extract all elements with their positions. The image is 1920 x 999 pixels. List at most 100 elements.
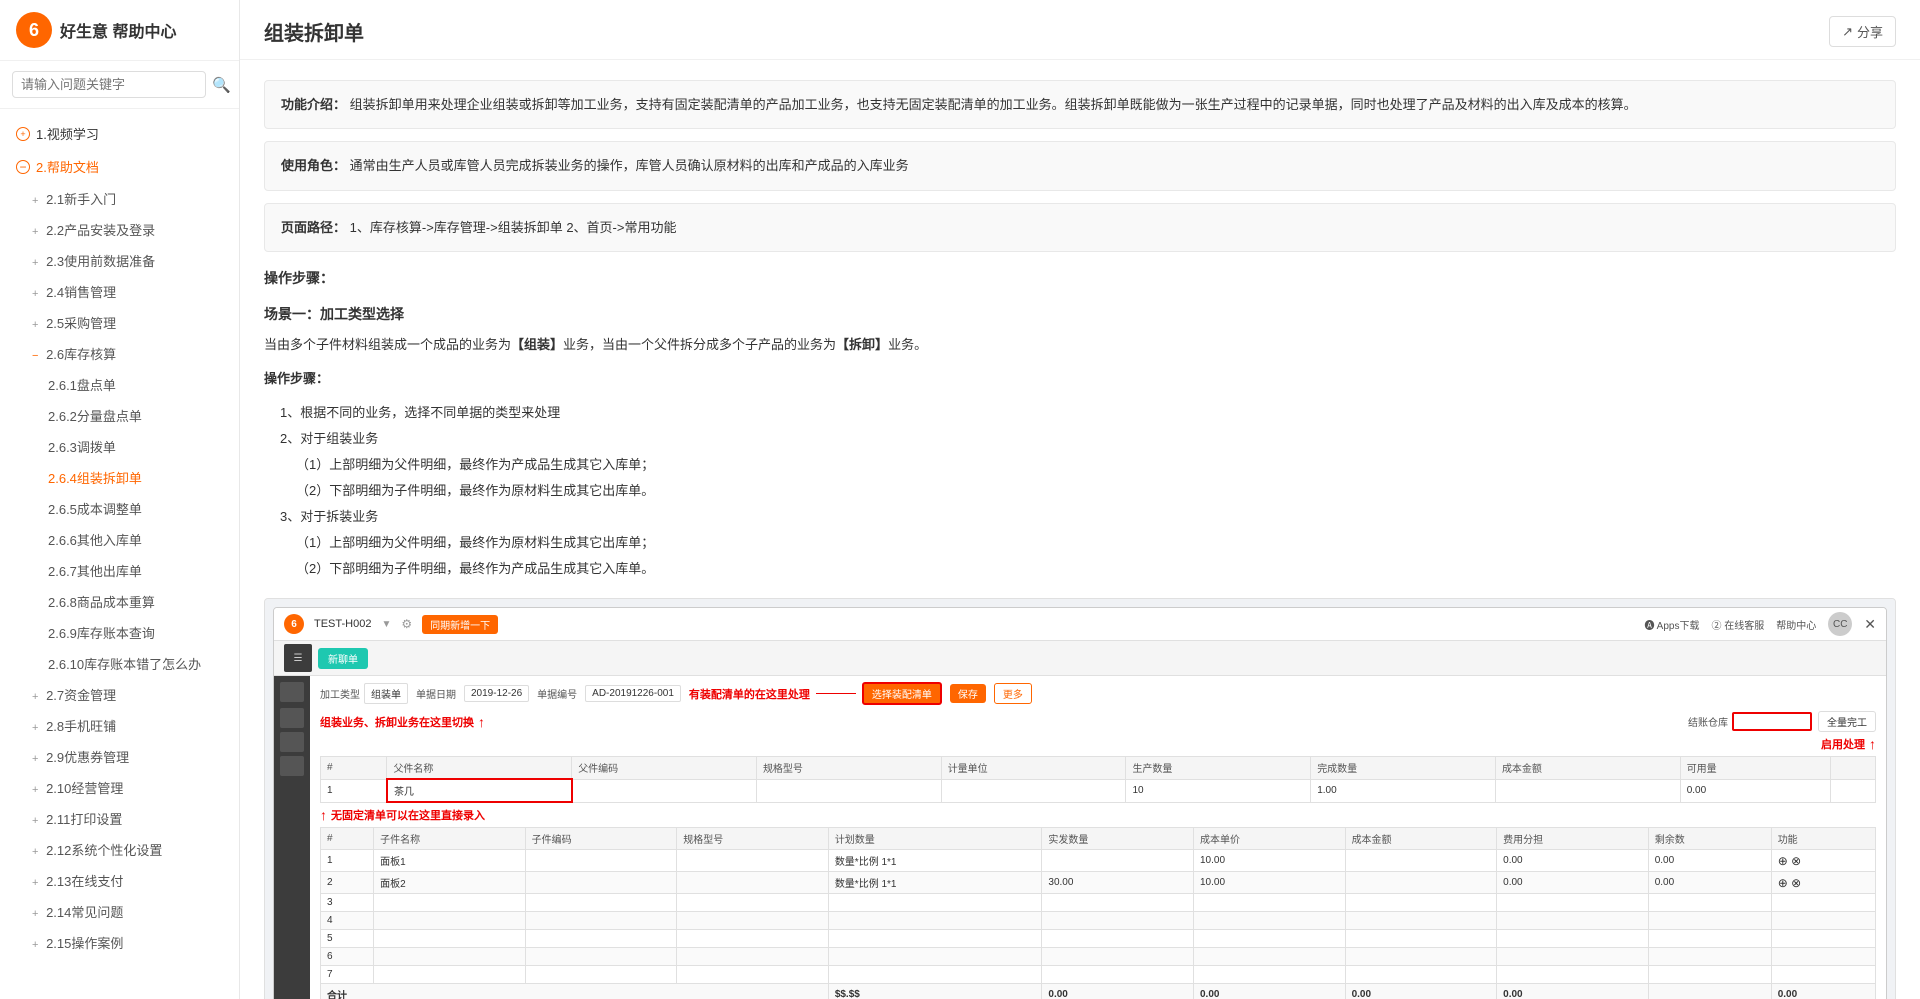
sidebar-item-ops[interactable]: + 2.10经营管理 [0, 772, 239, 803]
sidebar-item-cases[interactable]: + 2.15操作案例 [0, 927, 239, 958]
mock-upper-table: # 父件名称 父件编码 规格型号 计量单位 生产数量 完成数量 成本金额 可用量 [320, 756, 1876, 803]
mock-lth-num: # [321, 828, 374, 850]
mock-sidebar-icon2 [280, 708, 304, 728]
mock-lower-table: # 子件名称 子件编码 规格型号 计划数量 实发数量 成本单价 成本金额 费用分 [320, 827, 1876, 999]
search-icon[interactable]: 🔍 [212, 76, 231, 94]
sidebar-item-inv266[interactable]: 2.6.6其他入库单 [0, 524, 239, 555]
sidebar-item-inv261[interactable]: 2.6.1盘点单 [0, 369, 239, 400]
sub-collapse-icon: − [32, 350, 38, 362]
sidebar-item-install[interactable]: + 2.2产品安装及登录 [0, 214, 239, 245]
mock-sidebar-icon4 [280, 756, 304, 776]
mock-warehouse-label: 结账仓库 [1688, 714, 1728, 729]
sidebar-item-payment[interactable]: + 2.13在线支付 [0, 865, 239, 896]
mock-ltd-amt [1345, 850, 1497, 872]
mock-close-icon: ✕ [1864, 616, 1876, 633]
mock-td-spec [756, 779, 941, 802]
sidebar-item-inv2610[interactable]: 2.6.10库存账本错了怎么办 [0, 648, 239, 679]
mock-ltd-act2: ⊕ ⊗ [1771, 872, 1875, 894]
sidebar-item-inv268[interactable]: 2.6.8商品成本重算 [0, 586, 239, 617]
mock-ltd-num2: 2 [321, 872, 374, 894]
ops-title: 操作步骤： [264, 268, 1896, 288]
role-block: 使用角色： 通常由生产人员或库管人员完成拆装业务的操作，库管人员确认原材料的出库… [264, 141, 1896, 190]
share-icon: ↗ [1842, 24, 1853, 40]
mock-footer-qty: $$.$$ [828, 984, 1042, 999]
sidebar-item-inv264[interactable]: 2.6.4组装拆卸单 [0, 462, 239, 493]
mock-date-value: 2019-12-26 [464, 685, 529, 702]
mock-warehouse-input[interactable] [1732, 712, 1812, 731]
mock-table-footer: 合计 $$.$$ 0.00 0.00 0.00 0.00 0.00 [321, 984, 1876, 999]
sidebar-item-coupon[interactable]: + 2.9优惠券管理 [0, 741, 239, 772]
sidebar-item-print[interactable]: + 2.11打印设置 [0, 803, 239, 834]
step3: 3、对于拆装业务 [280, 504, 1896, 530]
sidebar-item-purchase[interactable]: + 2.5采购管理 [0, 307, 239, 338]
mock-nav-apps: 🅐 Apps下载 [1644, 617, 1699, 632]
sidebar-item-inventory[interactable]: − 2.6库存核算 [0, 338, 239, 369]
mock-th-finish-qty: 完成数量 [1311, 757, 1496, 780]
sub-expand-icon2: + [32, 691, 38, 703]
mock-lth-fee: 费用分担 [1497, 828, 1649, 850]
sidebar-item-inv262[interactable]: 2.6.2分量盘点单 [0, 400, 239, 431]
scene1-title: 场景一：加工类型选择 [264, 304, 1896, 324]
mock-lth-cost-amt: 成本金额 [1345, 828, 1497, 850]
mock-lth-remain: 剩余数 [1648, 828, 1771, 850]
search-input[interactable] [12, 71, 206, 98]
sidebar-item-system[interactable]: + 2.12系统个性化设置 [0, 834, 239, 865]
mock-lth-child-name: 子件名称 [374, 828, 526, 850]
sidebar-item-mobile[interactable]: + 2.8手机旺铺 [0, 710, 239, 741]
mock-active-tab: 新聊单 [318, 648, 368, 669]
mock-th-avail: 可用量 [1680, 757, 1830, 780]
mock-type-label: 加工类型 [320, 686, 360, 701]
sub-expand-icon: + [32, 319, 38, 331]
search-box: 🔍 [0, 61, 239, 109]
sidebar-item-inv267[interactable]: 2.6.7其他出库单 [0, 555, 239, 586]
main-body: 功能介绍： 组装拆卸单用来处理企业组装或拆卸等加工业务，支持有固定装配清单的产品… [240, 60, 1920, 999]
mock-th-parent-name: 父件名称 [387, 757, 572, 780]
brand-name: 好生意 帮助中心 [60, 18, 176, 42]
mock-settings-icon: ⚙ [401, 617, 412, 631]
logo-icon: 6 [16, 12, 52, 48]
mock-td-code [572, 779, 757, 802]
mock-ltd-name: 面板1 [374, 850, 526, 872]
feature-intro-label: 功能介绍： [281, 97, 346, 112]
steps-title: 操作步骤： [264, 366, 1896, 392]
mock-menu-icon: ☰ [284, 644, 312, 672]
sub-expand-icon9: + [32, 908, 38, 920]
page-title: 组装拆卸单 [264, 17, 364, 46]
table-row: 6 [321, 948, 1876, 966]
mock-lth-actual-qty: 实发数量 [1042, 828, 1194, 850]
sidebar: 6 好生意 帮助中心 🔍 + 1.视频学习 − 2.帮助文档 + 2.1新手入门… [0, 0, 240, 999]
mock-lth-plan-qty: 计划数量 [828, 828, 1042, 850]
mock-th-produce-qty: 生产数量 [1126, 757, 1311, 780]
sub-expand-icon: + [32, 257, 38, 269]
sidebar-item-data[interactable]: + 2.3使用前数据准备 [0, 245, 239, 276]
mock-ltd-fee2: 0.00 [1497, 872, 1649, 894]
sidebar-item-inv269[interactable]: 2.6.9库存账本查询 [0, 617, 239, 648]
sidebar-item-inv263[interactable]: 2.6.3调拨单 [0, 431, 239, 462]
feature-intro-text: 组装拆卸单用来处理企业组装或拆卸等加工业务，支持有固定装配清单的产品加工业务，也… [350, 97, 1637, 112]
sidebar-item-new[interactable]: + 2.1新手入门 [0, 183, 239, 214]
screenshot-wrapper: 6 TEST-H002 ▼ ⚙ 同期新增一下 🅐 Apps下载 ② 在线客服 帮… [265, 599, 1895, 999]
sub-expand-icon: + [32, 226, 38, 238]
step1: 1、根据不同的业务，选择不同单据的类型来处理 [280, 400, 1896, 426]
mock-ltd-plan2: 数量*比例 1*1 [828, 872, 1042, 894]
sidebar-item-faq[interactable]: + 2.14常见问题 [0, 896, 239, 927]
sidebar-item-video[interactable]: + 1.视频学习 [0, 117, 239, 150]
mock-footer-c3: 0.00 [1345, 984, 1497, 999]
mock-type-value: 组装单 [364, 683, 408, 704]
path-label: 页面路径： [281, 220, 346, 235]
sidebar-item-sales[interactable]: + 2.4销售管理 [0, 276, 239, 307]
mock-arrow5: ↑ [320, 807, 327, 823]
sidebar-item-inv265[interactable]: 2.6.5成本调整单 [0, 493, 239, 524]
mock-th-parent-code: 父件编码 [572, 757, 757, 780]
share-button[interactable]: ↗ 分享 [1829, 16, 1896, 47]
sidebar-item-finance[interactable]: + 2.7资金管理 [0, 679, 239, 710]
nav-list: + 1.视频学习 − 2.帮助文档 + 2.1新手入门 + 2.2产品安装及登录… [0, 109, 239, 966]
sidebar-item-docs[interactable]: − 2.帮助文档 [0, 150, 239, 183]
mock-arrow4: ↑ [478, 714, 485, 730]
mock-footer-total-label: 合计 [321, 984, 829, 999]
feature-intro-block: 功能介绍： 组装拆卸单用来处理企业组装或拆卸等加工业务，支持有固定装配清单的产品… [264, 80, 1896, 129]
table-row: 1 面板1 数量*比例 1*1 10.00 0.00 [321, 850, 1876, 872]
mock-sidebar-icon3 [280, 732, 304, 752]
step2-sub2: （2）下部明细为子件明细，最终作为原材料生成其它出库单。 [296, 478, 1896, 504]
sub-expand-icon6: + [32, 815, 38, 827]
